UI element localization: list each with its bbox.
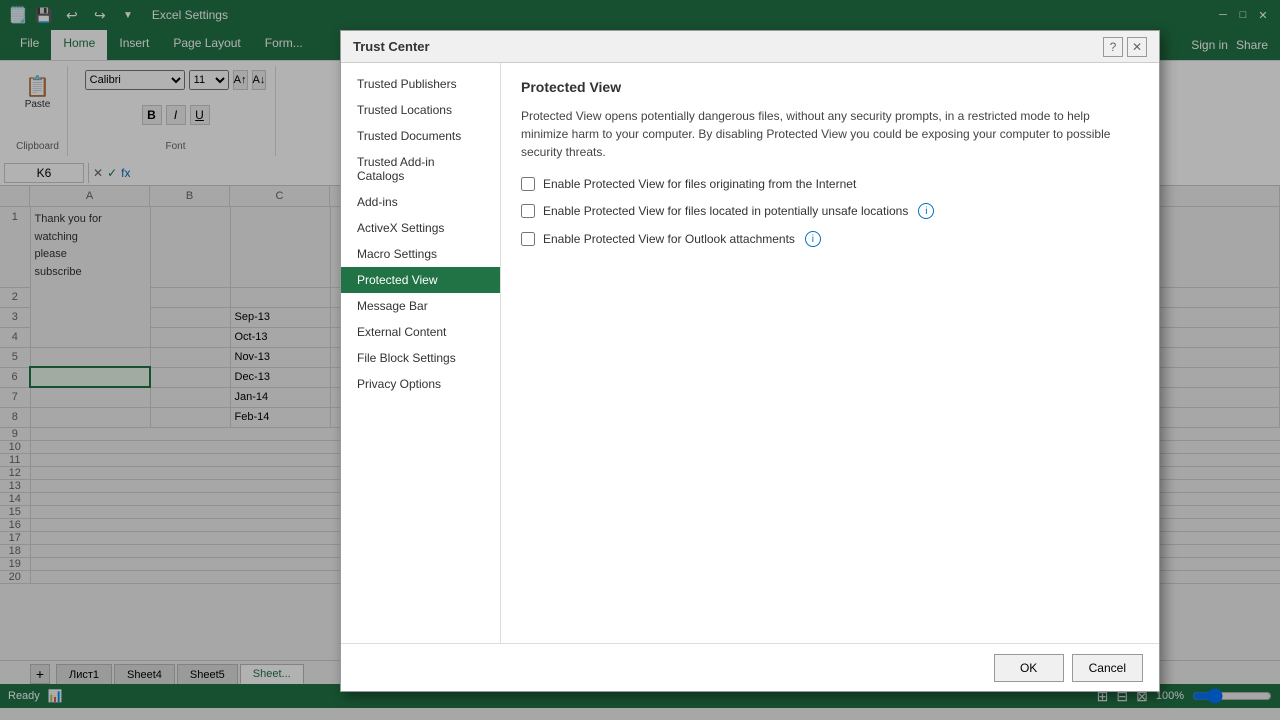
- checkbox-internet[interactable]: [521, 177, 535, 191]
- checkbox-row-internet: Enable Protected View for files originat…: [521, 177, 1139, 191]
- nav-item-trusted-publishers[interactable]: Trusted Publishers: [341, 71, 500, 97]
- nav-item-activex[interactable]: ActiveX Settings: [341, 215, 500, 241]
- dialog-controls: ? ✕: [1103, 37, 1147, 57]
- excel-background: 🗒️ 💾 ↩ ↪ ▼ Excel Settings ─ □ ✕ File Hom…: [0, 0, 1280, 720]
- checkbox-unsafe-label: Enable Protected View for files located …: [543, 204, 908, 218]
- nav-item-trusted-locations[interactable]: Trusted Locations: [341, 97, 500, 123]
- checkbox-row-unsafe: Enable Protected View for files located …: [521, 203, 1139, 219]
- trust-center-dialog: Trust Center ? ✕ Trusted Publishers Trus…: [340, 30, 1160, 692]
- content-description: Protected View opens potentially dangero…: [521, 107, 1139, 161]
- nav-item-file-block[interactable]: File Block Settings: [341, 345, 500, 371]
- dialog-footer: OK Cancel: [341, 643, 1159, 691]
- dialog-body: Trusted Publishers Trusted Locations Tru…: [341, 63, 1159, 643]
- nav-item-protected-view[interactable]: Protected View: [341, 267, 500, 293]
- info-icon-outlook[interactable]: i: [805, 231, 821, 247]
- dialog-titlebar: Trust Center ? ✕: [341, 31, 1159, 63]
- nav-item-message-bar[interactable]: Message Bar: [341, 293, 500, 319]
- checkbox-outlook-label: Enable Protected View for Outlook attach…: [543, 232, 795, 246]
- info-icon-unsafe[interactable]: i: [918, 203, 934, 219]
- nav-item-trusted-addin[interactable]: Trusted Add-in Catalogs: [341, 149, 500, 189]
- dialog-close-button[interactable]: ✕: [1127, 37, 1147, 57]
- modal-overlay: Trust Center ? ✕ Trusted Publishers Trus…: [0, 0, 1280, 720]
- nav-item-privacy-options[interactable]: Privacy Options: [341, 371, 500, 397]
- nav-item-external-content[interactable]: External Content: [341, 319, 500, 345]
- checkbox-internet-label: Enable Protected View for files originat…: [543, 177, 856, 191]
- content-title: Protected View: [521, 79, 1139, 95]
- checkbox-row-outlook: Enable Protected View for Outlook attach…: [521, 231, 1139, 247]
- cancel-button[interactable]: Cancel: [1072, 654, 1143, 682]
- nav-item-add-ins[interactable]: Add-ins: [341, 189, 500, 215]
- checkbox-unsafe[interactable]: [521, 204, 535, 218]
- dialog-help-button[interactable]: ?: [1103, 37, 1123, 57]
- dialog-content-area: Protected View Protected View opens pote…: [501, 63, 1159, 643]
- dialog-title: Trust Center: [353, 39, 430, 54]
- ok-button[interactable]: OK: [994, 654, 1064, 682]
- nav-item-trusted-documents[interactable]: Trusted Documents: [341, 123, 500, 149]
- dialog-nav: Trusted Publishers Trusted Locations Tru…: [341, 63, 501, 643]
- checkbox-outlook[interactable]: [521, 232, 535, 246]
- nav-item-macro[interactable]: Macro Settings: [341, 241, 500, 267]
